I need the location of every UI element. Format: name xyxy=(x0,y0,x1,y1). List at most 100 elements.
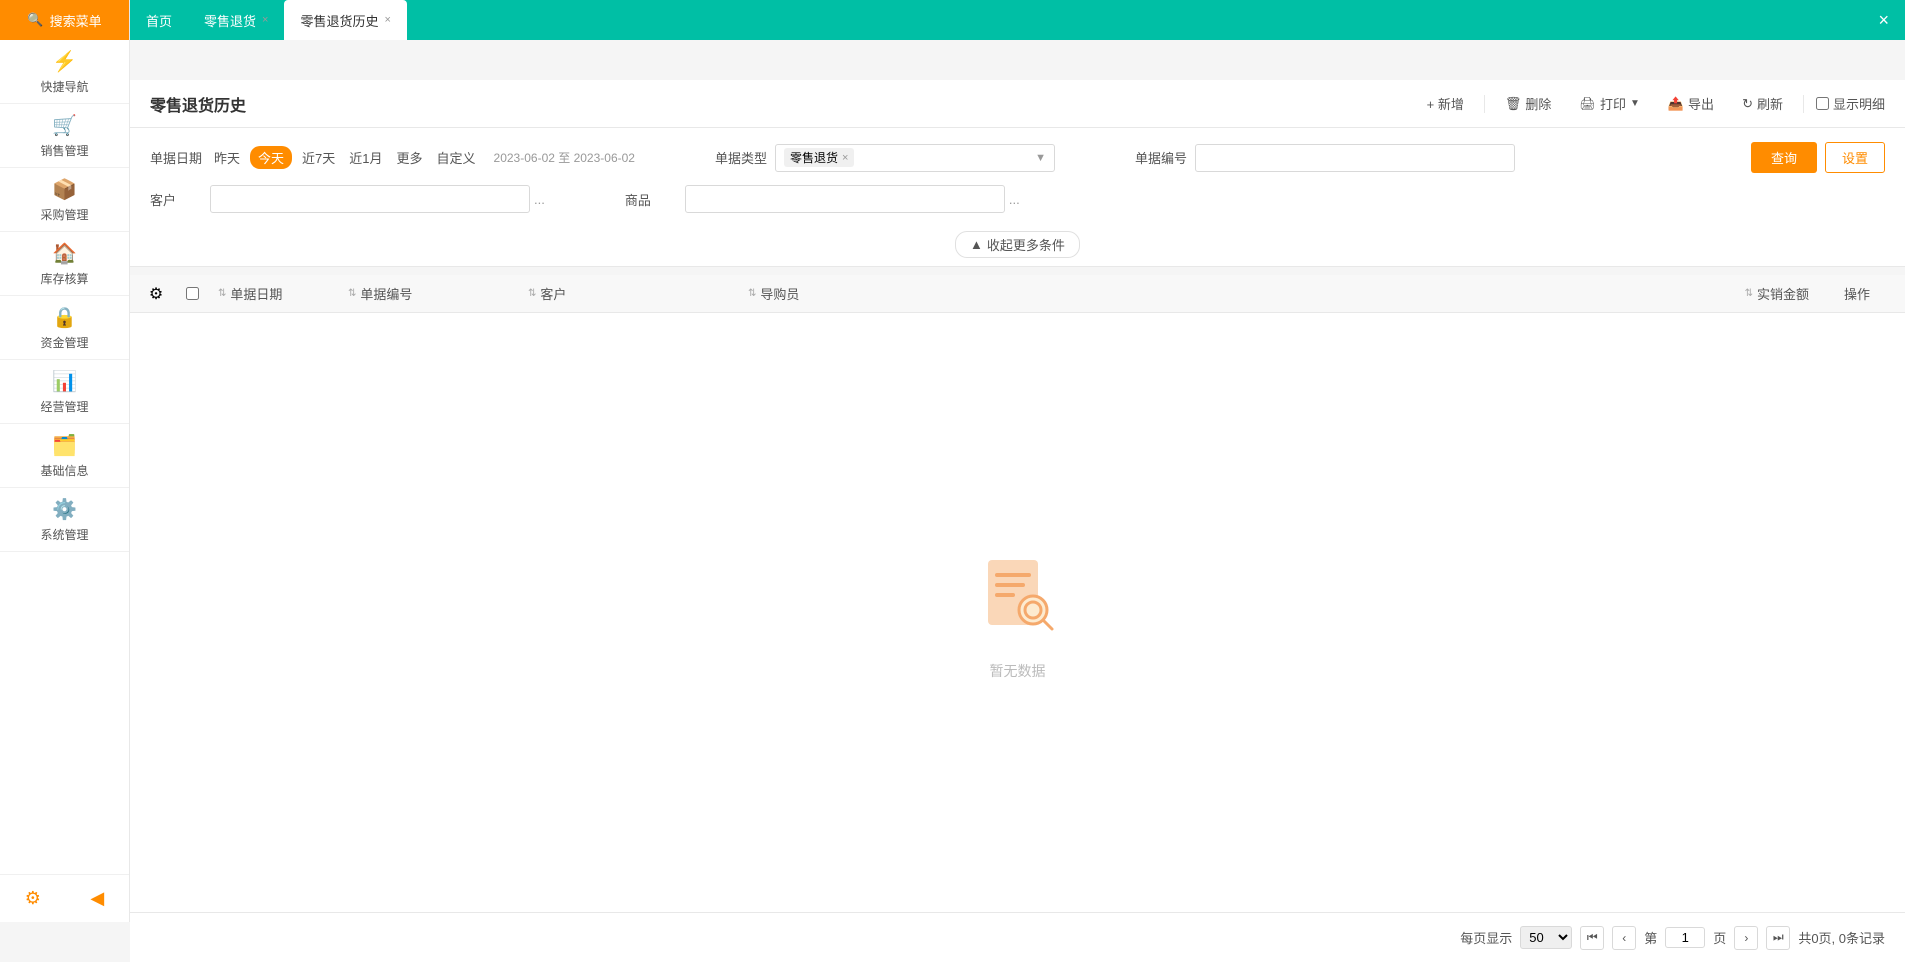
collapse-label: 收起更多条件 xyxy=(987,235,1065,254)
inventory-icon: 🏠 xyxy=(52,241,77,266)
th-id[interactable]: ⇅ 单据编号 xyxy=(340,284,520,303)
th-action-label: 操作 xyxy=(1844,284,1870,303)
select-all-checkbox[interactable] xyxy=(186,287,199,300)
prev-page-btn[interactable]: ‹ xyxy=(1612,926,1636,950)
bill-id-label: 单据编号 xyxy=(1135,148,1195,167)
system-icon: ⚙️ xyxy=(52,497,77,522)
setting-button[interactable]: 设置 xyxy=(1825,142,1885,173)
sidebar-item-inventory[interactable]: 🏠 库存核算 xyxy=(0,232,129,296)
refresh-button[interactable]: ↻ 刷新 xyxy=(1734,90,1791,117)
collapse-icon: ▲ xyxy=(970,237,983,252)
first-page-btn[interactable]: ⏮ xyxy=(1580,926,1604,950)
sidebar-item-finance[interactable]: 🔒 资金管理 xyxy=(0,296,129,360)
print-button[interactable]: 🖨 打印 ▼ xyxy=(1571,90,1647,117)
total-label: 共0页, 0条记录 xyxy=(1798,928,1885,947)
th-settings[interactable]: ⚙ xyxy=(138,284,174,304)
date-option-yesterday[interactable]: 昨天 xyxy=(210,146,244,169)
header-actions: + 新增 🗑 删除 🖨 打印 ▼ 📤 导出 ↻ 刷新 xyxy=(1419,90,1885,117)
export-label: 导出 xyxy=(1688,94,1714,113)
show-detail-checkbox[interactable]: 显示明细 xyxy=(1816,94,1885,113)
date-option-more[interactable]: 更多 xyxy=(393,146,427,169)
settings-icon[interactable]: ⚙ xyxy=(25,888,41,909)
print-arrow-icon: ▼ xyxy=(1630,98,1640,109)
sidebar-item-label: 基础信息 xyxy=(40,462,88,479)
sidebar-item-basic-info[interactable]: 🗂️ 基础信息 xyxy=(0,424,129,488)
sidebar-item-purchase-mgmt[interactable]: 📦 采购管理 xyxy=(0,168,129,232)
th-id-sort-icon: ⇅ xyxy=(348,288,356,299)
date-filter-label: 单据日期 xyxy=(150,148,210,167)
customer-ellipsis: ... xyxy=(534,192,545,207)
tab-home-label: 首页 xyxy=(146,11,172,30)
sidebar-item-operations[interactable]: 📊 经营管理 xyxy=(0,360,129,424)
th-amount[interactable]: ⇅ 实销金额 xyxy=(920,284,1817,303)
tab-retail-return-close[interactable]: × xyxy=(262,14,268,26)
th-customer[interactable]: ⇅ 客户 xyxy=(520,284,740,303)
bill-type-arrow-icon: ▼ xyxy=(1035,152,1046,164)
refresh-icon: ↻ xyxy=(1742,96,1753,112)
operations-icon: 📊 xyxy=(52,369,77,394)
bill-type-tag-close[interactable]: × xyxy=(842,152,848,164)
th-date-label: 单据日期 xyxy=(230,284,282,303)
export-button[interactable]: 📤 导出 xyxy=(1660,90,1722,117)
filter-collapse-row: ▲ 收起更多条件 xyxy=(150,225,1885,266)
th-date[interactable]: ⇅ 单据日期 xyxy=(210,284,340,303)
show-detail-label: 显示明细 xyxy=(1833,94,1885,113)
sidebar-item-system[interactable]: ⚙️ 系统管理 xyxy=(0,488,129,552)
date-option-7days[interactable]: 近7天 xyxy=(298,146,339,169)
refresh-label: 刷新 xyxy=(1757,94,1783,113)
delete-button[interactable]: 🗑 删除 xyxy=(1497,90,1560,117)
th-checkbox[interactable] xyxy=(174,287,210,300)
date-options: 昨天 今天 近7天 近1月 更多 自定义 2023-06-02 至 2023-0… xyxy=(210,146,635,169)
tab-retail-return[interactable]: 零售退货 × xyxy=(188,0,284,40)
bill-type-label: 单据类型 xyxy=(715,148,775,167)
per-page-select[interactable]: 50 100 200 xyxy=(1520,926,1572,949)
tab-retail-return-history-close[interactable]: × xyxy=(384,14,390,26)
th-date-sort-icon: ⇅ xyxy=(218,288,226,299)
bill-type-tag-label: 零售退货 xyxy=(790,149,838,166)
sidebar-item-label: 经营管理 xyxy=(40,398,88,415)
th-guide-sort-icon: ⇅ xyxy=(748,288,756,299)
date-option-custom[interactable]: 自定义 xyxy=(433,146,480,169)
pagination: 每页显示 50 100 200 ⏮ ‹ 第 页 › ⏭ 共0页, 0条记录 xyxy=(130,912,1905,962)
goods-input[interactable] xyxy=(685,185,1005,213)
page-title: 零售退货历史 xyxy=(150,92,246,116)
bill-id-input[interactable] xyxy=(1195,144,1515,172)
collapse-button[interactable]: ▲ 收起更多条件 xyxy=(955,231,1080,258)
close-all-tabs[interactable]: × xyxy=(1878,10,1889,31)
page-input[interactable] xyxy=(1665,927,1705,948)
sidebar-search[interactable]: 🔍 搜索菜单 xyxy=(0,0,129,40)
sidebar-item-label: 库存核算 xyxy=(40,270,88,287)
date-option-today[interactable]: 今天 xyxy=(250,146,292,169)
th-guide-label: 导购员 xyxy=(760,284,799,303)
query-button[interactable]: 查询 xyxy=(1751,142,1817,173)
collapse-icon[interactable]: ◀ xyxy=(90,888,104,909)
last-page-btn[interactable]: ⏭ xyxy=(1766,926,1790,950)
th-amount-sort-icon: ⇅ xyxy=(1745,288,1753,299)
tab-retail-return-history-label: 零售退货历史 xyxy=(300,11,378,30)
sidebar-item-sales-mgmt[interactable]: 🛒 销售管理 xyxy=(0,104,129,168)
quick-nav-icon: ⚡ xyxy=(52,49,77,74)
sidebar: 🔍 搜索菜单 ⚡ 快捷导航 🛒 销售管理 📦 采购管理 🏠 库存核算 🔒 资金管… xyxy=(0,0,130,922)
date-option-1month[interactable]: 近1月 xyxy=(345,146,386,169)
customer-input[interactable] xyxy=(210,185,530,213)
next-page-btn[interactable]: › xyxy=(1734,926,1758,950)
th-customer-label: 客户 xyxy=(540,284,566,303)
main-content: 零售退货历史 + 新增 🗑 删除 🖨 打印 ▼ 📤 导出 ↻ 刷新 xyxy=(130,80,1905,962)
purchase-icon: 📦 xyxy=(52,177,77,202)
sidebar-search-label: 搜索菜单 xyxy=(50,11,102,30)
tab-home[interactable]: 首页 xyxy=(130,0,188,40)
sidebar-item-label: 资金管理 xyxy=(40,334,88,351)
th-customer-sort-icon: ⇅ xyxy=(528,288,536,299)
th-guide[interactable]: ⇅ 导购员 xyxy=(740,284,920,303)
goods-ellipsis: ... xyxy=(1009,192,1020,207)
show-detail-input[interactable] xyxy=(1816,97,1829,110)
page-suffix: 页 xyxy=(1713,928,1726,947)
tab-retail-return-history[interactable]: 零售退货历史 × xyxy=(284,0,406,40)
bill-type-select[interactable]: 零售退货 × ▼ xyxy=(775,144,1055,172)
table-area: ⚙ ⇅ 单据日期 ⇅ 单据编号 ⇅ 客户 ⇅ 导购员 ⇅ xyxy=(130,275,1905,962)
new-button[interactable]: + 新增 xyxy=(1419,90,1472,117)
sidebar-item-quick-nav[interactable]: ⚡ 快捷导航 xyxy=(0,40,129,104)
table-settings-icon[interactable]: ⚙ xyxy=(149,284,163,304)
basic-info-icon: 🗂️ xyxy=(52,433,77,458)
sidebar-item-label: 快捷导航 xyxy=(40,78,88,95)
